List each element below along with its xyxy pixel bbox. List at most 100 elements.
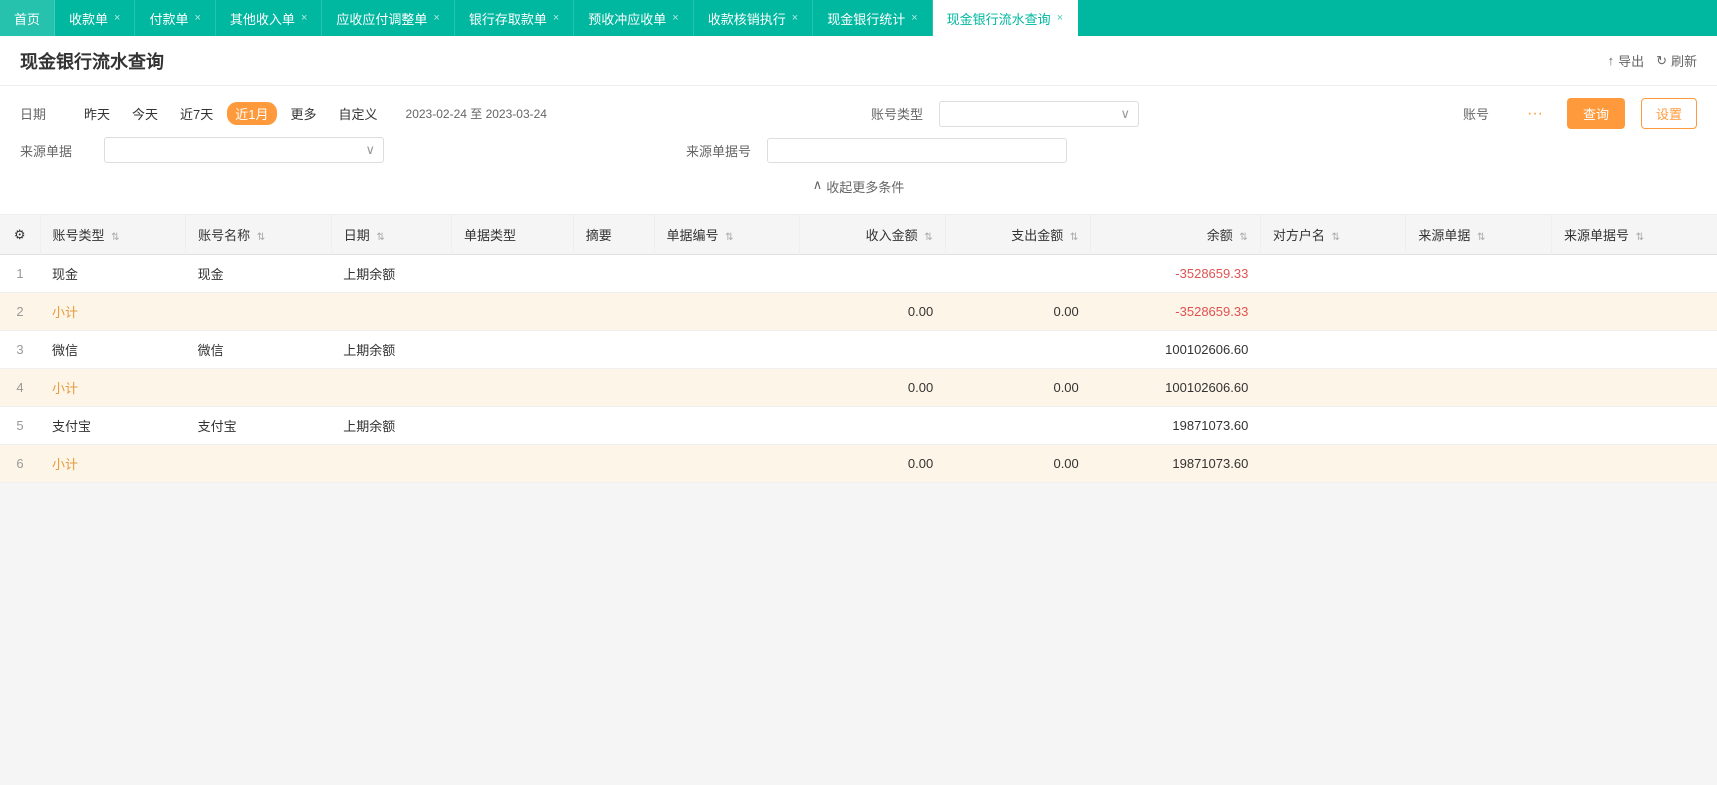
main-table: ⚙ 账号类型 ⇅ 账号名称 ⇅ 日期 ⇅ 单据类型 摘要 <box>0 215 1717 483</box>
income-cell <box>800 331 946 369</box>
close-icon[interactable]: × <box>553 12 559 24</box>
source-doc-select[interactable]: ∨ <box>104 137 384 163</box>
account-type-cell: 小计 <box>40 445 186 483</box>
nav-receipt[interactable]: 收款单 × <box>55 0 135 36</box>
query-button[interactable]: 查询 <box>1567 98 1625 129</box>
source-doc-cell <box>1406 331 1552 369</box>
top-nav: 首页 收款单 × 付款单 × 其他收入单 × 应收应付调整单 × 银行存取款单 … <box>0 0 1717 36</box>
col-summary[interactable]: 摘要 <box>573 215 654 255</box>
col-date[interactable]: 日期 ⇅ <box>331 215 451 255</box>
col-account-type[interactable]: 账号类型 ⇅ <box>40 215 186 255</box>
table-header: ⚙ 账号类型 ⇅ 账号名称 ⇅ 日期 ⇅ 单据类型 摘要 <box>0 215 1717 255</box>
source-doc-no-cell <box>1552 293 1717 331</box>
account-type-label: 账号类型 <box>871 104 923 123</box>
col-balance[interactable]: 余额 ⇅ <box>1091 215 1261 255</box>
sort-icon: ⇅ <box>376 232 384 243</box>
expense-cell <box>945 331 1091 369</box>
source-doc-num-input[interactable] <box>767 138 1067 163</box>
close-icon[interactable]: × <box>911 12 917 24</box>
doc-no-cell <box>654 407 800 445</box>
col-source-doc[interactable]: 来源单据 ⇅ <box>1406 215 1552 255</box>
source-doc-num-label: 来源单据号 <box>686 141 751 160</box>
nav-bank-deposit[interactable]: 银行存取款单 × <box>455 0 574 36</box>
doc-type-cell <box>451 293 573 331</box>
table-area: ⚙ 账号类型 ⇅ 账号名称 ⇅ 日期 ⇅ 单据类型 摘要 <box>0 215 1717 483</box>
date-label: 日期 <box>20 104 60 123</box>
nav-other-income[interactable]: 其他收入单 × <box>216 0 322 36</box>
summary-cell <box>573 407 654 445</box>
collapse-bar[interactable]: ∧ 收起更多条件 <box>20 171 1697 202</box>
account-label: 账号 <box>1463 104 1503 123</box>
gear-icon: ⚙ <box>14 227 26 242</box>
close-icon[interactable]: × <box>301 12 307 24</box>
nav-collection-exec[interactable]: 收款核销执行 × <box>694 0 813 36</box>
doc-no-cell <box>654 331 800 369</box>
close-icon[interactable]: × <box>1057 12 1063 24</box>
summary-cell <box>573 255 654 293</box>
table-row: 5支付宝支付宝上期余额19871073.60 <box>0 407 1717 445</box>
expense-cell: 0.00 <box>945 445 1091 483</box>
sort-icon: ⇅ <box>1070 232 1078 243</box>
sort-icon: ⇅ <box>1331 232 1339 243</box>
chevron-down-icon-2: ∨ <box>366 142 376 158</box>
account-name-cell: 支付宝 <box>186 407 332 445</box>
summary-cell <box>573 331 654 369</box>
income-cell: 0.00 <box>800 293 946 331</box>
close-icon[interactable]: × <box>114 12 120 24</box>
settings-button[interactable]: 设置 <box>1641 98 1697 129</box>
doc-type-cell <box>451 369 573 407</box>
export-button[interactable]: ↑ 导出 <box>1608 51 1645 70</box>
doc-type-cell <box>451 445 573 483</box>
date-more[interactable]: 更多 <box>283 102 325 125</box>
close-icon[interactable]: × <box>194 12 200 24</box>
doc-no-cell <box>654 369 800 407</box>
source-doc-no-cell <box>1552 445 1717 483</box>
nav-payment[interactable]: 付款单 × <box>135 0 215 36</box>
account-type-select[interactable]: ∨ <box>939 101 1139 127</box>
date-options: 昨天 今天 近7天 近1月 更多 自定义 <box>76 102 386 125</box>
date-custom[interactable]: 自定义 <box>331 102 386 125</box>
col-doc-type[interactable]: 单据类型 <box>451 215 573 255</box>
close-icon[interactable]: × <box>672 12 678 24</box>
date-yesterday[interactable]: 昨天 <box>76 102 118 125</box>
source-doc-label: 来源单据 <box>20 141 72 160</box>
col-settings[interactable]: ⚙ <box>0 215 40 255</box>
account-more-button[interactable]: ··· <box>1519 105 1551 123</box>
col-expense[interactable]: 支出金额 ⇅ <box>945 215 1091 255</box>
counterparty-cell <box>1260 293 1406 331</box>
nav-cash-bank-flow[interactable]: 现金银行流水查询 × <box>933 0 1078 36</box>
close-icon[interactable]: × <box>433 12 439 24</box>
filter-area: 日期 昨天 今天 近7天 近1月 更多 自定义 2023-02-24 至 202… <box>0 86 1717 215</box>
date-today[interactable]: 今天 <box>124 102 166 125</box>
refresh-button[interactable]: ↻ 刷新 <box>1656 51 1697 70</box>
source-doc-cell <box>1406 407 1552 445</box>
counterparty-cell <box>1260 331 1406 369</box>
nav-adjustment[interactable]: 应收应付调整单 × <box>322 0 454 36</box>
sort-icon: ⇅ <box>1239 232 1247 243</box>
sort-icon: ⇅ <box>257 232 265 243</box>
close-icon[interactable]: × <box>792 12 798 24</box>
row-num-cell: 4 <box>0 369 40 407</box>
refresh-icon: ↻ <box>1656 53 1667 69</box>
date-cell: 上期余额 <box>331 255 451 293</box>
date-7days[interactable]: 近7天 <box>172 102 221 125</box>
col-source-doc-no[interactable]: 来源单据号 ⇅ <box>1552 215 1717 255</box>
col-income[interactable]: 收入金额 ⇅ <box>800 215 946 255</box>
balance-cell: 100102606.60 <box>1091 331 1261 369</box>
nav-cash-bank-stats[interactable]: 现金银行统计 × <box>813 0 932 36</box>
col-doc-no[interactable]: 单据编号 ⇅ <box>654 215 800 255</box>
col-account-name[interactable]: 账号名称 ⇅ <box>186 215 332 255</box>
sort-icon: ⇅ <box>924 232 932 243</box>
table-row: 2小计0.000.00-3528659.33 <box>0 293 1717 331</box>
table-row: 4小计0.000.00100102606.60 <box>0 369 1717 407</box>
balance-cell: -3528659.33 <box>1091 255 1261 293</box>
export-icon: ↑ <box>1608 53 1615 68</box>
date-1month[interactable]: 近1月 <box>227 102 276 125</box>
counterparty-cell <box>1260 407 1406 445</box>
col-counterparty[interactable]: 对方户名 ⇅ <box>1260 215 1406 255</box>
account-name-cell <box>186 293 332 331</box>
counterparty-cell <box>1260 255 1406 293</box>
nav-advance-offset[interactable]: 预收冲应收单 × <box>574 0 693 36</box>
nav-home[interactable]: 首页 <box>0 0 55 36</box>
summary-cell <box>573 293 654 331</box>
